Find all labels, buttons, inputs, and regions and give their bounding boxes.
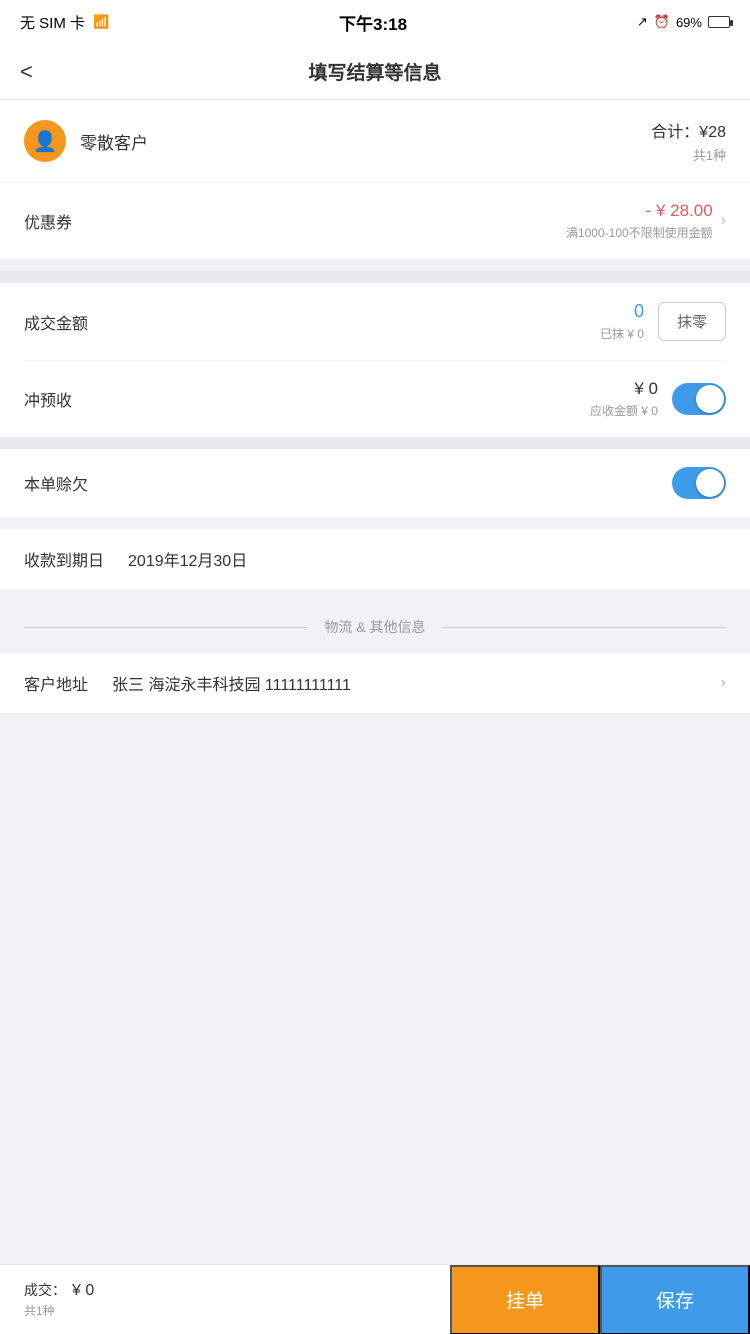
status-time: 下午3:18 xyxy=(339,10,407,35)
status-left: 无 SIM 卡 📶 xyxy=(20,12,109,33)
bottom-deal-amount: ¥ 0 xyxy=(72,1282,94,1300)
amount-right: 0 已抹 ¥ 0 抹零 xyxy=(600,301,726,342)
debt-section: 本单赊欠 xyxy=(0,449,750,517)
status-right: ↗ ⏰ 69% xyxy=(637,14,730,30)
address-label: 客户地址 xyxy=(24,671,88,695)
total-amount: 合计：¥28 xyxy=(651,118,726,142)
chevron-right-icon: › xyxy=(721,212,726,230)
section-divider-2 xyxy=(0,437,750,449)
amount-row: 成交金额 0 已抹 ¥ 0 抹零 xyxy=(24,283,726,361)
debt-toggle-knob xyxy=(696,469,724,497)
coupon-value: - ¥ 28.00 满1000-100不限制使用金额 xyxy=(566,201,713,241)
total-count: 共1种 xyxy=(651,145,726,164)
customer-section: 👤 零散客户 合计：¥28 共1种 优惠券 - ¥ 28.00 满1000-10… xyxy=(0,100,750,259)
logistics-text: 物流 & 其他信息 xyxy=(324,617,425,637)
nav-bar: < 填写结算等信息 xyxy=(0,44,750,100)
amount-value: 0 xyxy=(600,301,644,322)
avatar: 👤 xyxy=(24,120,66,162)
back-button[interactable]: < xyxy=(20,59,33,85)
amount-sub: 已抹 ¥ 0 xyxy=(600,325,644,342)
status-bar: 无 SIM 卡 📶 下午3:18 ↗ ⏰ 69% xyxy=(0,0,750,44)
logistics-section: 物流 & 其他信息 xyxy=(0,601,750,653)
debt-toggle[interactable] xyxy=(672,467,726,499)
battery-icon xyxy=(708,16,730,28)
coupon-row[interactable]: 优惠券 - ¥ 28.00 满1000-100不限制使用金额 › xyxy=(0,182,750,259)
address-left: 客户地址 张三 海淀永丰科技园 11111111111 xyxy=(24,671,351,695)
address-section[interactable]: 客户地址 张三 海淀永丰科技园 11111111111 › xyxy=(0,653,750,713)
due-date-label: 收款到期日 xyxy=(24,547,104,571)
empty-space xyxy=(0,725,750,925)
debt-label: 本单赊欠 xyxy=(24,471,88,495)
prepay-toggle[interactable] xyxy=(672,383,726,415)
divider-line-right xyxy=(442,627,726,628)
alarm-icon: ⏰ xyxy=(654,14,670,30)
page-title: 填写结算等信息 xyxy=(308,58,441,85)
customer-right: 合计：¥28 共1种 xyxy=(651,118,726,164)
avatar-icon: 👤 xyxy=(33,129,58,154)
prepay-value-wrap: ¥ 0 应收金额 ¥ 0 xyxy=(590,379,658,419)
address-value: 张三 海淀永丰科技园 11111111111 xyxy=(112,671,351,695)
amount-value-wrap: 0 已抹 ¥ 0 xyxy=(600,301,644,342)
logistics-divider: 物流 & 其他信息 xyxy=(24,617,726,637)
due-date-value: 2019年12月30日 xyxy=(128,547,247,571)
battery-text: 69% xyxy=(676,15,702,30)
location-icon: ↗ xyxy=(637,14,648,30)
carrier-text: 无 SIM 卡 xyxy=(20,12,85,33)
coupon-label: 优惠券 xyxy=(24,209,72,233)
customer-left: 👤 零散客户 xyxy=(24,120,148,162)
address-chevron-icon: › xyxy=(721,674,726,692)
bottom-deal-label: 成交： xyxy=(24,1280,66,1300)
due-date-section: 收款到期日 2019年12月30日 xyxy=(0,529,750,589)
due-row: 收款到期日 2019年12月30日 xyxy=(24,547,726,571)
customer-name: 零散客户 xyxy=(80,129,148,154)
coupon-amount: - ¥ 28.00 xyxy=(566,201,713,221)
section-divider-1 xyxy=(0,271,750,283)
prepay-sub: 应收金额 ¥ 0 xyxy=(590,402,658,419)
main-content: 👤 零散客户 合计：¥28 共1种 优惠券 - ¥ 28.00 满1000-10… xyxy=(0,100,750,995)
prepay-label: 冲预收 xyxy=(24,387,72,411)
bottom-info: 成交： ¥ 0 共1种 xyxy=(0,1280,450,1319)
bottom-bar: 成交： ¥ 0 共1种 挂单 保存 xyxy=(0,1264,750,1334)
divider-line-left xyxy=(24,627,308,628)
amount-label: 成交金额 xyxy=(24,310,88,334)
prepay-right: ¥ 0 应收金额 ¥ 0 xyxy=(590,379,726,419)
coupon-right: - ¥ 28.00 满1000-100不限制使用金额 › xyxy=(566,201,726,241)
coupon-desc: 满1000-100不限制使用金额 xyxy=(566,224,713,241)
prepay-value: ¥ 0 xyxy=(590,379,658,399)
save-button[interactable]: 保存 xyxy=(600,1265,750,1334)
bottom-count: 共1种 xyxy=(24,1302,426,1319)
prepay-row: 冲预收 ¥ 0 应收金额 ¥ 0 xyxy=(24,361,726,437)
amount-section: 成交金额 0 已抹 ¥ 0 抹零 冲预收 ¥ 0 应收金额 ¥ 0 xyxy=(0,283,750,437)
round-button[interactable]: 抹零 xyxy=(658,302,726,341)
toggle-knob xyxy=(696,385,724,413)
hang-button[interactable]: 挂单 xyxy=(450,1265,600,1334)
customer-row: 👤 零散客户 合计：¥28 共1种 xyxy=(0,100,750,182)
wifi-icon: 📶 xyxy=(93,14,109,30)
